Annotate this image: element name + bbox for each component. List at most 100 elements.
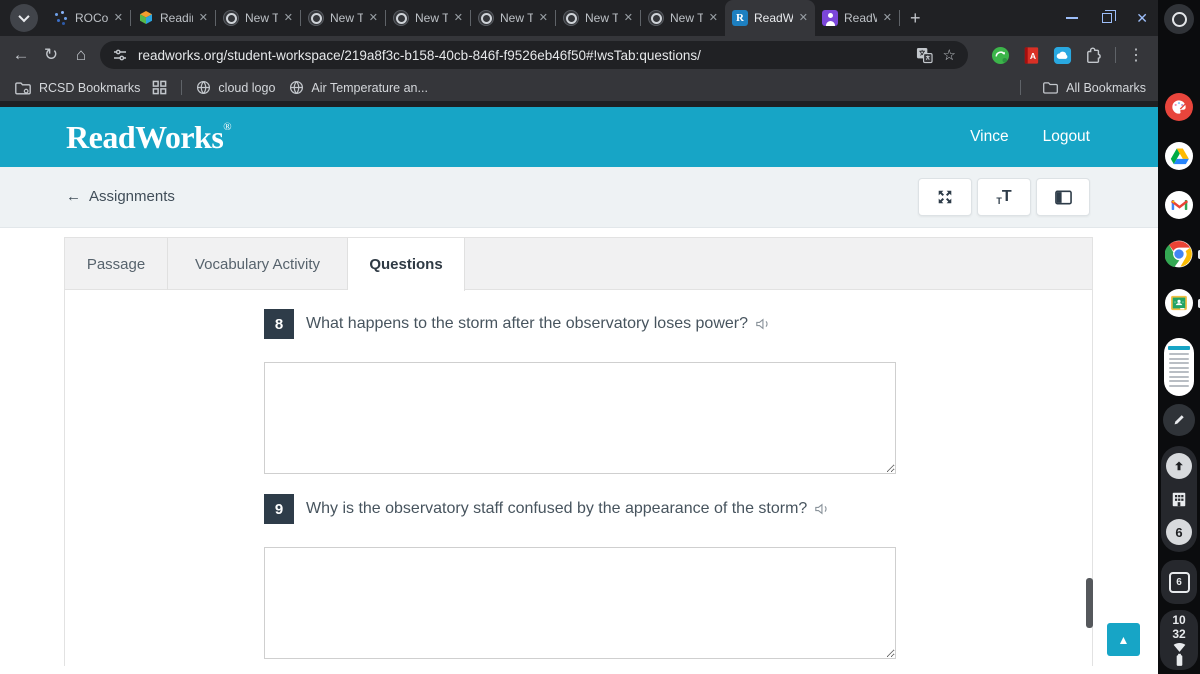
pen-tool-icon[interactable]	[1163, 404, 1195, 436]
clock-hours: 10	[1172, 612, 1186, 627]
browser-tab[interactable]: New Ta ✕	[641, 0, 725, 36]
header-nav: Vince Logout	[970, 107, 1090, 167]
address-bar[interactable]: readworks.org/student-workspace/219a8f3c…	[100, 41, 968, 69]
counter-badge[interactable]: 6	[1166, 519, 1192, 545]
tab-passage[interactable]: Passage	[65, 238, 168, 290]
assignment-tabs: Passage Vocabulary Activity Questions	[64, 237, 1093, 291]
site-settings-icon[interactable]	[112, 47, 128, 63]
url-text: readworks.org/student-workspace/219a8f3c…	[138, 47, 701, 63]
tab-close-icon[interactable]: ✕	[454, 12, 463, 24]
bookmark-cloud-logo[interactable]: cloud logo	[196, 80, 275, 95]
scroll-up-icon[interactable]	[1166, 453, 1192, 479]
dark-globe-favicon	[308, 10, 324, 26]
bookmark-star-icon[interactable]: ☆	[943, 46, 956, 64]
virtual-desk-button[interactable]: 6	[1161, 560, 1197, 604]
browser-tab[interactable]: New Ta ✕	[471, 0, 555, 36]
browser-tab[interactable]: New Ta ✕	[216, 0, 300, 36]
dark-globe-favicon	[478, 10, 494, 26]
tab-questions[interactable]: Questions	[348, 238, 465, 291]
chromeos-shelf: 6 6 10 32	[1158, 0, 1200, 674]
readworks-logo[interactable]: ReadWorks®	[66, 119, 232, 156]
text-size-button[interactable]: TT	[977, 178, 1031, 216]
back-to-assignments-link[interactable]: ← Assignments	[66, 188, 175, 205]
dark-globe-favicon	[223, 10, 239, 26]
browser-tab[interactable]: New Ta ✕	[301, 0, 385, 36]
back-icon[interactable]: ←	[6, 45, 36, 65]
status-tray[interactable]: 10 32	[1160, 610, 1198, 670]
close-window-icon[interactable]: ✕	[1136, 11, 1148, 25]
tab-search-button[interactable]	[10, 4, 38, 32]
speaker-icon[interactable]	[814, 502, 829, 516]
browser-toolbar: ← ↻ ⌂ readworks.org/student-workspace/21…	[0, 36, 1158, 74]
launcher-icon[interactable]	[1164, 4, 1194, 34]
network-dots-favicon	[53, 10, 69, 26]
canvas-app-icon[interactable]	[1165, 93, 1193, 121]
tab-close-icon[interactable]: ✕	[369, 12, 378, 24]
logout-link[interactable]: Logout	[1043, 128, 1090, 146]
tab-close-icon[interactable]: ✕	[199, 12, 208, 24]
google-drive-icon[interactable]	[1165, 142, 1193, 170]
green-extension-icon[interactable]	[991, 46, 1010, 65]
reload-icon[interactable]: ↻	[36, 45, 66, 65]
battery-icon	[1176, 653, 1182, 666]
tab-separator	[899, 10, 900, 26]
tab-close-icon[interactable]: ✕	[539, 12, 548, 24]
answer-textarea-question-9[interactable]	[264, 547, 896, 659]
answer-textarea-question-8[interactable]	[264, 362, 896, 474]
browser-tab-active[interactable]: R ReadW ✕	[725, 0, 815, 36]
tab-close-icon[interactable]: ✕	[114, 12, 123, 24]
expand-icon	[938, 190, 952, 204]
minimize-icon[interactable]	[1066, 17, 1079, 19]
user-name-link[interactable]: Vince	[970, 128, 1009, 146]
chrome-app-icon[interactable]	[1165, 240, 1193, 268]
tab-close-icon[interactable]: ✕	[284, 12, 293, 24]
restore-icon[interactable]	[1102, 10, 1117, 23]
bookmark-air-temperature[interactable]: Air Temperature an...	[289, 80, 428, 95]
new-tab-button[interactable]: +	[910, 9, 921, 27]
screenshot-preview-thumbnail[interactable]	[1164, 338, 1194, 396]
folder-gear-icon	[15, 81, 31, 95]
browser-menu-icon[interactable]: ⋮	[1128, 45, 1144, 65]
red-book-extension-icon[interactable]: A	[1022, 46, 1041, 65]
tab-close-icon[interactable]: ✕	[624, 12, 633, 24]
globe-icon	[290, 80, 304, 95]
assignments-bar: ← Assignments TT	[0, 167, 1158, 228]
extensions-puzzle-icon[interactable]	[1084, 46, 1103, 65]
bookmarks-bar: RCSD Bookmarks cloud logo Air Temperatur…	[0, 74, 1158, 101]
fullscreen-button[interactable]	[918, 178, 972, 216]
blue-cloud-extension-icon[interactable]	[1053, 46, 1072, 65]
apps-grid-icon[interactable]	[152, 80, 167, 95]
browser-tab[interactable]: ReadW ✕	[815, 0, 899, 36]
tab-close-icon[interactable]: ✕	[799, 12, 808, 24]
globe-icon	[197, 80, 211, 95]
extensions-row: A ⋮	[991, 36, 1158, 74]
scroll-to-top-button[interactable]: ▲	[1107, 623, 1140, 656]
translate-icon[interactable]	[916, 47, 933, 64]
folder-icon	[1043, 82, 1059, 94]
page-scrollbar-thumb[interactable]	[1086, 578, 1093, 628]
cube-favicon	[138, 10, 154, 26]
tab-close-icon[interactable]: ✕	[883, 12, 892, 24]
speaker-icon[interactable]	[755, 317, 770, 331]
home-icon[interactable]: ⌂	[66, 45, 96, 65]
chevron-down-icon	[18, 10, 30, 23]
gmail-icon[interactable]	[1165, 191, 1193, 219]
browser-tab[interactable]: ROCon ✕	[46, 0, 130, 36]
bookmark-folder-rcsd[interactable]: RCSD Bookmarks	[14, 80, 140, 96]
browser-tab[interactable]: New Ta ✕	[556, 0, 640, 36]
split-view-button[interactable]	[1036, 178, 1090, 216]
paint-palette-icon	[1172, 100, 1187, 114]
tab-vocabulary-activity[interactable]: Vocabulary Activity	[168, 238, 348, 290]
building-icon[interactable]	[1170, 491, 1188, 508]
purple-profile-favicon	[822, 10, 838, 26]
browser-tab[interactable]: Readin ✕	[131, 0, 215, 36]
all-bookmarks-button[interactable]: All Bookmarks	[1020, 80, 1146, 95]
drive-triangle-icon	[1170, 148, 1189, 165]
google-classroom-icon[interactable]	[1165, 289, 1193, 317]
clock-minutes: 32	[1172, 626, 1186, 641]
desk-number: 6	[1168, 571, 1190, 593]
question-number-badge: 8	[264, 309, 294, 339]
browser-tab[interactable]: New Ta ✕	[386, 0, 470, 36]
tab-close-icon[interactable]: ✕	[709, 12, 718, 24]
shelf-tool-group: 6	[1161, 446, 1197, 552]
